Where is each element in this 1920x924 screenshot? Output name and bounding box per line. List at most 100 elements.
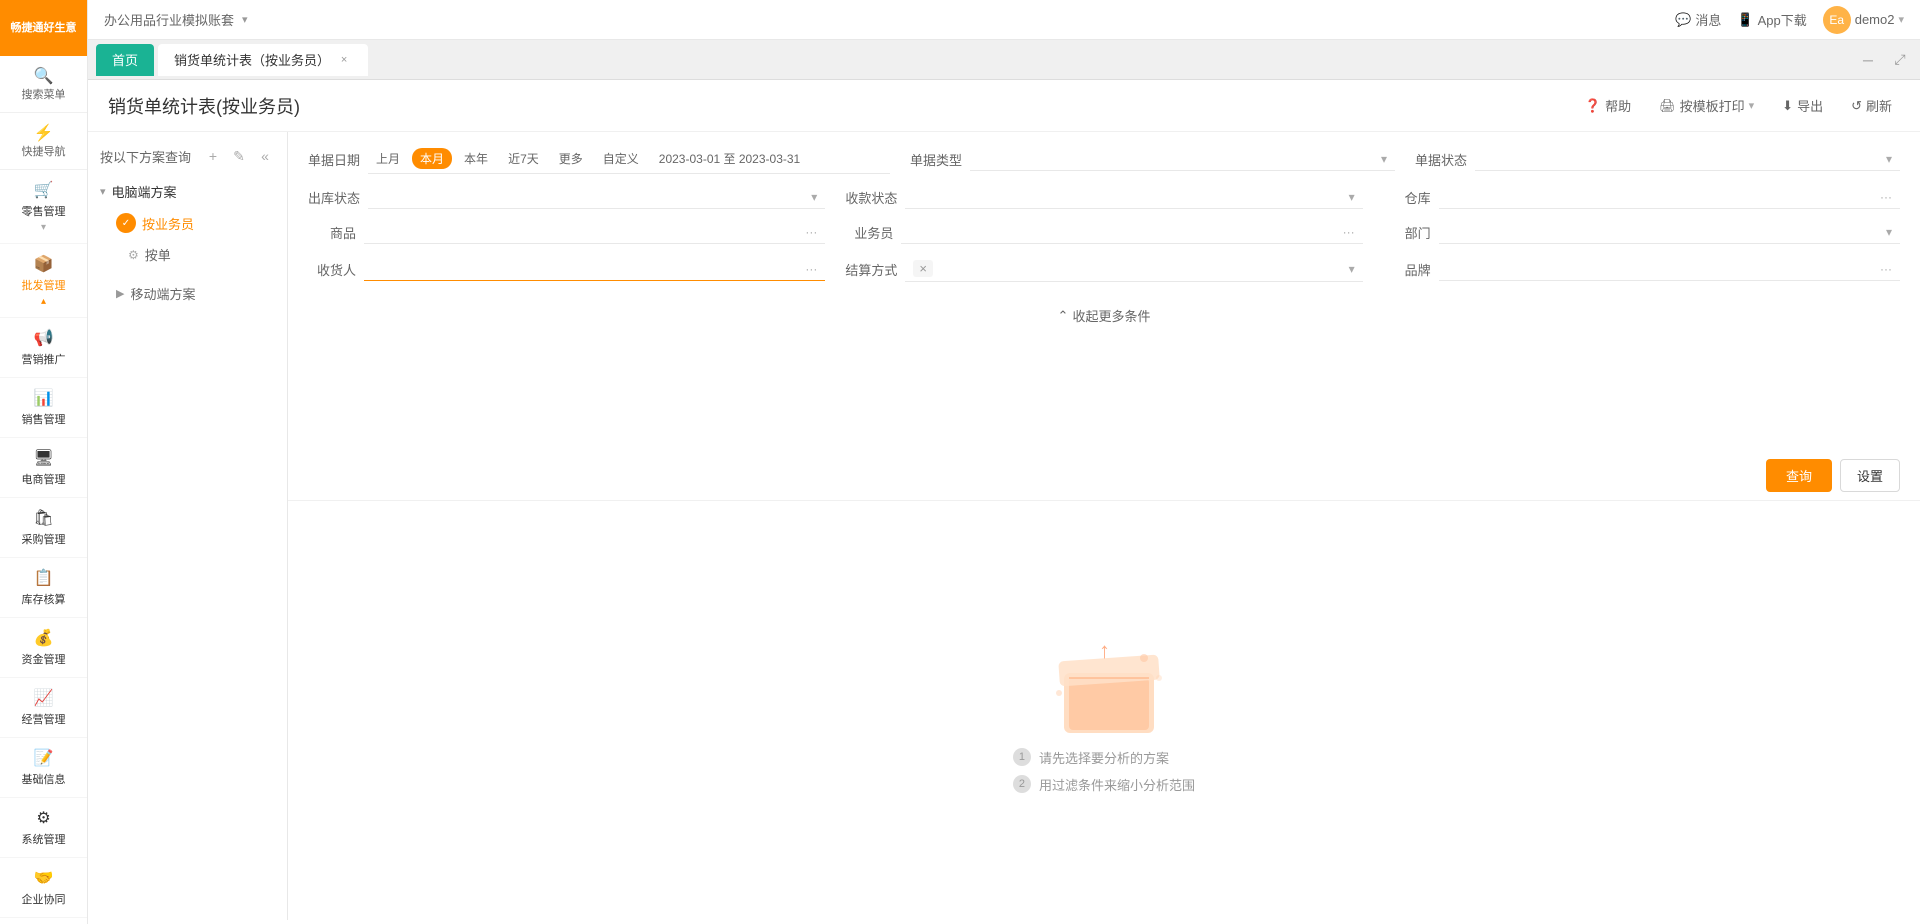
date-tab-this-year[interactable]: 本年 [456, 148, 496, 169]
receive-status-dropdown-icon: ▾ [1349, 190, 1355, 204]
add-scheme-btn[interactable]: + [203, 146, 223, 166]
settlement-label: 结算方式 [845, 260, 905, 279]
print-dropdown-icon: ▾ [1749, 99, 1755, 112]
receive-status-field: 收款状态 ▾ [845, 186, 1362, 209]
refresh-btn[interactable]: ↺ 刷新 [1843, 92, 1900, 119]
form-row-4: 收货人 ··· 结算方式 × [308, 256, 1900, 282]
hint-1-num: 1 [1013, 748, 1031, 766]
doc-type-field: 单据类型 ▾ [910, 148, 1395, 171]
scheme-group-mobile: ▶ 移动端方案 [88, 274, 287, 313]
settlement-tag-close[interactable]: × [919, 261, 927, 276]
scheme-group-mobile-header[interactable]: ▶ 移动端方案 [88, 278, 287, 309]
department-input[interactable]: ▾ [1439, 221, 1900, 244]
sidebar-item-inventory[interactable]: 📋 库存核算 [0, 558, 87, 618]
retail-icon: 🛒 [34, 180, 54, 200]
ecom-icon: 🖥 [33, 448, 53, 468]
settlement-input[interactable]: × ▾ [905, 256, 1362, 282]
app-logo: 畅捷通好生意 [0, 0, 87, 56]
sidebar-item-retail[interactable]: 🛒 零售管理 ▾ [0, 170, 87, 244]
scheme-group-label: 电脑端方案 [112, 182, 177, 201]
workspace-dropdown-icon[interactable]: ▾ [242, 13, 248, 26]
warehouse-input[interactable]: ··· [1439, 186, 1900, 209]
sidebar-item-corp-collab[interactable]: 🤝 企业协同 [0, 858, 87, 918]
receiver-input[interactable]: ··· [364, 258, 825, 281]
sidebar-item-quick[interactable]: ⚡ 快捷导航 [0, 113, 87, 170]
user-profile[interactable]: Ea demo2 ▾ [1823, 6, 1904, 34]
scheme-item-salesperson[interactable]: ✓ 按业务员 [88, 207, 287, 239]
date-tab-7days[interactable]: 近7天 [500, 148, 547, 169]
export-btn[interactable]: ⬇ 导出 [1774, 92, 1831, 119]
collapse-scheme-btn[interactable]: « [255, 146, 275, 166]
department-field: 部门 ▾ [1383, 221, 1900, 244]
sidebar-item-system[interactable]: ⚙ 系统管理 [0, 798, 87, 858]
collapse-btn[interactable]: ⌃ 收起更多条件 [1042, 302, 1167, 329]
scheme-item-by-order[interactable]: ⚙ 按单 [88, 239, 287, 270]
sidebar-item-guide[interactable]: 🎯 新手引导 [0, 918, 87, 924]
svg-text:↑: ↑ [1099, 638, 1110, 663]
date-label: 单据日期 [308, 150, 368, 169]
hint-2-num: 2 [1013, 775, 1031, 793]
settings-btn[interactable]: 设置 [1840, 459, 1900, 492]
help-btn[interactable]: ❓ 帮助 [1577, 92, 1639, 119]
sidebar-item-sales[interactable]: 📊 销售管理 [0, 378, 87, 438]
date-tab-more[interactable]: 更多 [551, 148, 591, 169]
tab-minimize-btn[interactable]: ─ [1856, 48, 1880, 72]
product-label: 商品 [308, 223, 364, 242]
message-icon: 💬 [1675, 12, 1691, 28]
user-dropdown-icon: ▾ [1898, 13, 1904, 26]
query-actions: 查询 设置 [288, 455, 1920, 501]
tabs-bar: 首页 销货单统计表（按业务员） × ─ ⤢ [88, 40, 1920, 80]
edit-scheme-btn[interactable]: ✎ [229, 146, 249, 166]
doc-status-field: 单据状态 ▾ [1415, 148, 1900, 171]
sidebar-item-marketing[interactable]: 📢 营销推广 [0, 318, 87, 378]
date-tab-this-month[interactable]: 本月 [412, 148, 452, 169]
sidebar-item-finance[interactable]: 💰 资金管理 [0, 618, 87, 678]
content-body: 按以下方案查询 + ✎ « ▾ 电脑端方案 ✓ 按业务员 [88, 132, 1920, 920]
sub-indent-icon: ⚙ [128, 248, 139, 262]
query-btn[interactable]: 查询 [1766, 459, 1832, 492]
collapse-row: ⌃ 收起更多条件 [308, 294, 1900, 333]
date-tab-custom[interactable]: 自定义 [595, 148, 647, 169]
app-download-btn[interactable]: 📱 App下载 [1737, 10, 1806, 29]
scheme-item-active-icon: ✓ [116, 213, 136, 233]
workspace-info: 办公用品行业模拟账套 ▾ [104, 10, 248, 29]
filter-form: 单据日期 上月 本月 本年 近7天 更多 自定义 20 [288, 132, 1920, 455]
tab-maximize-btn[interactable]: ⤢ [1888, 48, 1912, 72]
sidebar-item-basic-info[interactable]: 📝 基础信息 [0, 738, 87, 798]
out-status-input[interactable]: ▾ [368, 186, 825, 209]
sidebar-item-wholesale[interactable]: 📦 批发管理 ▴ [0, 244, 87, 318]
collapse-icon: ⌃ [1058, 308, 1069, 324]
settlement-field: 结算方式 × ▾ [845, 256, 1362, 282]
page-header: 销货单统计表(按业务员) ❓ 帮助 🖨 按模板打印 ▾ ⬇ 导出 ↺ 刷新 [88, 80, 1920, 132]
system-icon: ⚙ [36, 808, 50, 828]
sales-icon: 📊 [34, 388, 54, 408]
sidebar-item-operations[interactable]: 📈 经营管理 [0, 678, 87, 738]
tab-home[interactable]: 首页 [96, 44, 154, 76]
avatar: Ea [1823, 6, 1851, 34]
scheme-group-desktop-header[interactable]: ▾ 电脑端方案 [88, 176, 287, 207]
warehouse-more-icon: ··· [1880, 190, 1892, 204]
out-status-field: 出库状态 ▾ [308, 186, 825, 209]
sidebar-item-search[interactable]: 🔍 搜索菜单 [0, 56, 87, 113]
receive-status-input[interactable]: ▾ [905, 186, 1362, 209]
product-input[interactable]: ··· [364, 221, 825, 244]
hint-2-text: 用过滤条件来缩小分析范围 [1039, 775, 1195, 794]
doc-type-input[interactable]: ▾ [970, 148, 1395, 171]
date-tab-last-month[interactable]: 上月 [368, 148, 408, 169]
doc-status-input[interactable]: ▾ [1475, 148, 1900, 171]
receiver-field: 收货人 ··· [308, 258, 825, 281]
message-btn[interactable]: 💬 消息 [1675, 10, 1721, 29]
print-icon: 🖨 [1659, 98, 1676, 114]
sidebar-nav: 🛒 零售管理 ▾ 📦 批发管理 ▴ 📢 营销推广 📊 销售管理 🖥 电商管理 🛍… [0, 170, 87, 924]
home-tab-label: 首页 [112, 50, 138, 69]
tab-close-btn[interactable]: × [336, 52, 352, 68]
brand-input[interactable]: ··· [1439, 258, 1900, 281]
print-btn[interactable]: 🖨 按模板打印 ▾ [1651, 92, 1762, 119]
sidebar-item-purchase[interactable]: 🛍 采购管理 [0, 498, 87, 558]
salesperson-input[interactable]: ··· [901, 221, 1362, 244]
doc-status-dropdown-icon: ▾ [1886, 152, 1892, 166]
date-field: 单据日期 上月 本月 本年 近7天 更多 自定义 20 [308, 144, 890, 174]
sidebar-item-ecom[interactable]: 🖥 电商管理 [0, 438, 87, 498]
form-row-2: 出库状态 ▾ 收款状态 ▾ [308, 186, 1900, 209]
tab-sales-stats[interactable]: 销货单统计表（按业务员） × [158, 44, 368, 76]
